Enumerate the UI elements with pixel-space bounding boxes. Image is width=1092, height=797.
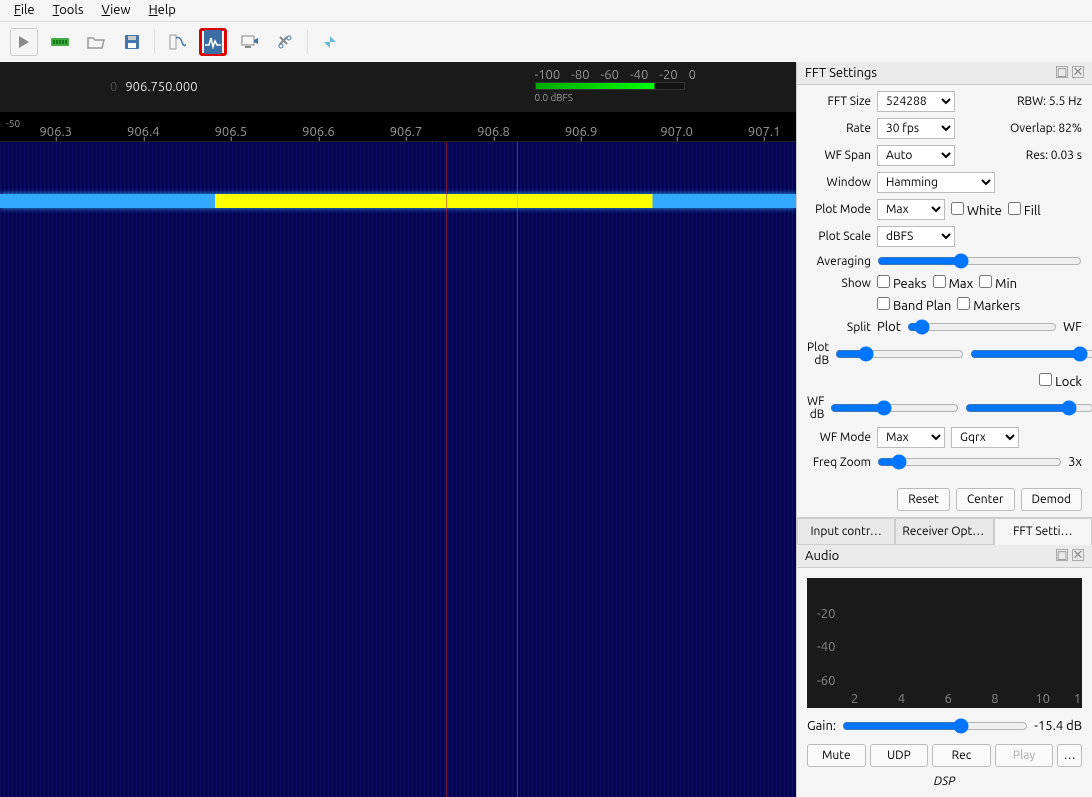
spectrum-area: 0 906.750.000 -100 -80 -60 -40 -20 0 0.0… xyxy=(0,62,796,797)
tools-icon[interactable] xyxy=(271,28,299,56)
wfspan-select[interactable]: Auto xyxy=(877,145,955,166)
bandplan-checkbox[interactable] xyxy=(877,297,890,310)
close-icon[interactable]: ✕ xyxy=(1072,549,1084,561)
dsp-label: DSP xyxy=(797,771,1092,792)
dbfs-label: 0.0 dBFS xyxy=(535,92,696,103)
frequency-scale[interactable]: -50 906.3 906.4 906.5 906.6 906.7 906.8 … xyxy=(0,112,796,142)
rec-button[interactable]: Rec xyxy=(932,744,991,767)
signal-icon[interactable] xyxy=(163,28,191,56)
max-checkbox[interactable] xyxy=(933,275,946,288)
min-checkbox[interactable] xyxy=(979,275,992,288)
waterfall-marker xyxy=(446,142,447,797)
white-checkbox[interactable] xyxy=(951,202,964,215)
gain-slider[interactable] xyxy=(842,718,1028,734)
fill-checkbox[interactable] xyxy=(1008,202,1021,215)
chip-icon[interactable] xyxy=(46,28,74,56)
plotdb-max-slider[interactable] xyxy=(970,346,1092,362)
demod-button[interactable]: Demod xyxy=(1021,488,1083,511)
play-button[interactable] xyxy=(10,28,38,56)
menu-help[interactable]: Help xyxy=(141,2,184,19)
db-label: -50 xyxy=(6,118,20,129)
frequency-display[interactable]: 0 906.750.000 -100 -80 -60 -40 -20 0 0.0… xyxy=(0,62,796,112)
window-select[interactable]: Hamming xyxy=(877,172,995,193)
waterfall-signal xyxy=(0,194,796,208)
wfdb-min-slider[interactable] xyxy=(830,400,959,416)
averaging-slider[interactable] xyxy=(877,253,1082,269)
spectrum-icon[interactable] xyxy=(199,28,227,56)
audio-plot: -20 -40 -60 2 4 6 8 10 1 xyxy=(807,578,1082,708)
dbfs-meter: -100 -80 -60 -40 -20 0 0.0 dBFS xyxy=(535,68,696,103)
mute-button[interactable]: Mute xyxy=(807,744,866,767)
wfdb-max-slider[interactable] xyxy=(965,400,1092,416)
tab-fft-settings[interactable]: FFT Setti… xyxy=(994,518,1092,545)
float-icon[interactable]: ◻ xyxy=(1056,549,1068,561)
audio-panel-header: Audio ◻✕ xyxy=(797,545,1092,568)
plotscale-select[interactable]: dBFS xyxy=(877,226,955,247)
menu-tools[interactable]: Tools xyxy=(45,2,92,19)
waterfall-marker2 xyxy=(517,142,518,797)
peaks-checkbox[interactable] xyxy=(877,275,890,288)
computer-icon[interactable] xyxy=(235,28,263,56)
toolbar xyxy=(0,22,1092,62)
menubar: File Tools View Help xyxy=(0,0,1092,22)
lock-checkbox[interactable] xyxy=(1039,373,1052,386)
save-icon[interactable] xyxy=(118,28,146,56)
wfmode-select2[interactable]: Gqrx xyxy=(951,427,1019,448)
freqzoom-slider[interactable] xyxy=(877,454,1062,470)
markers-checkbox[interactable] xyxy=(957,297,970,310)
reset-button[interactable]: Reset xyxy=(897,488,950,511)
fft-panel-header: FFT Settings ◻✕ xyxy=(797,62,1092,85)
menu-view[interactable]: View xyxy=(93,2,138,19)
close-icon[interactable]: ✕ xyxy=(1072,66,1084,78)
play-audio-button[interactable]: Play xyxy=(995,744,1054,767)
bookmark-icon[interactable] xyxy=(316,28,344,56)
waterfall[interactable] xyxy=(0,142,796,797)
plotdb-min-slider[interactable] xyxy=(835,346,964,362)
settings-tabs: Input contr… Receiver Opti… FFT Setti… xyxy=(797,517,1092,545)
separator xyxy=(307,30,308,54)
plotmode-select[interactable]: Max xyxy=(877,199,945,220)
waterfall-noise xyxy=(0,142,796,797)
fft-size-select[interactable]: 524288 xyxy=(877,91,955,112)
open-icon[interactable] xyxy=(82,28,110,56)
freq-value: 906.750.000 xyxy=(125,80,197,94)
more-button[interactable]: … xyxy=(1057,744,1082,767)
rate-select[interactable]: 30 fps xyxy=(877,118,955,139)
float-icon[interactable]: ◻ xyxy=(1056,66,1068,78)
udp-button[interactable]: UDP xyxy=(870,744,929,767)
freq-leading: 0 xyxy=(110,80,117,94)
sidebar: FFT Settings ◻✕ FFT Size524288RBW: 5.5 H… xyxy=(796,62,1092,797)
menu-file[interactable]: File xyxy=(6,2,43,19)
tab-receiver-options[interactable]: Receiver Opti… xyxy=(895,518,993,545)
separator xyxy=(154,30,155,54)
center-button[interactable]: Center xyxy=(956,488,1015,511)
dbfs-bar xyxy=(535,82,685,90)
wfmode-select1[interactable]: Max xyxy=(877,427,945,448)
tab-input-controls[interactable]: Input contr… xyxy=(797,518,895,545)
split-slider[interactable] xyxy=(907,319,1057,335)
